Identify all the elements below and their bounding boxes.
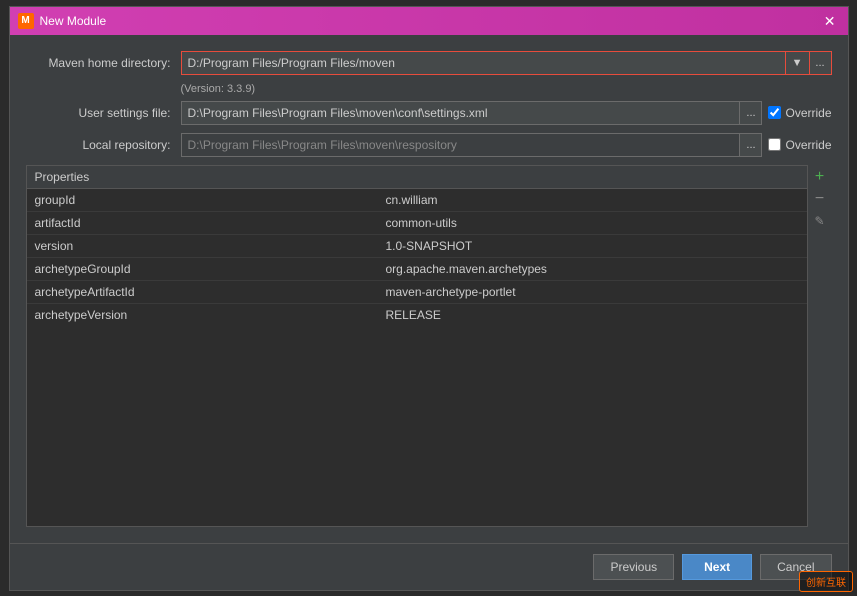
user-settings-ellipsis-button[interactable]: ... <box>740 101 762 125</box>
local-repo-ellipsis-button[interactable]: ... <box>740 133 762 157</box>
previous-button[interactable]: Previous <box>593 554 674 580</box>
prop-value: 1.0-SNAPSHOT <box>378 234 807 257</box>
user-settings-label: User settings file: <box>26 106 181 120</box>
override2-label: Override <box>785 138 831 152</box>
maven-home-row: Maven home directory: ▼ ... <box>26 51 832 75</box>
maven-home-dropdown-button[interactable]: ▼ <box>786 51 810 75</box>
maven-version-text: (Version: 3.3.9) <box>181 83 832 95</box>
prop-key: archetypeVersion <box>27 303 378 326</box>
watermark: 创新互联 <box>799 571 853 592</box>
user-settings-input-group: ... Override <box>181 101 832 125</box>
prop-key: version <box>27 234 378 257</box>
override1-checkbox[interactable] <box>768 106 781 119</box>
prop-value: org.apache.maven.archetypes <box>378 257 807 280</box>
prop-value: maven-archetype-portlet <box>378 280 807 303</box>
properties-table-container: groupId cn.william artifactId common-uti… <box>27 189 807 526</box>
prop-key: artifactId <box>27 211 378 234</box>
maven-home-input[interactable] <box>181 51 786 75</box>
override1-container: Override <box>768 106 831 120</box>
properties-side-buttons: + − ✎ <box>808 165 832 527</box>
dialog-title: New Module <box>40 14 107 28</box>
table-row: archetypeGroupId org.apache.maven.archet… <box>27 257 807 280</box>
close-button[interactable]: ✕ <box>820 14 840 28</box>
prop-value: common-utils <box>378 211 807 234</box>
override2-container: Override <box>768 138 831 152</box>
prop-key: groupId <box>27 189 378 212</box>
prop-key: archetypeArtifactId <box>27 280 378 303</box>
maven-home-label: Maven home directory: <box>26 56 181 70</box>
next-button[interactable]: Next <box>682 554 752 580</box>
table-row: archetypeArtifactId maven-archetype-port… <box>27 280 807 303</box>
local-repo-label: Local repository: <box>26 138 181 152</box>
table-row: archetypeVersion RELEASE <box>27 303 807 326</box>
properties-empty-area <box>27 326 807 526</box>
maven-home-ellipsis-button[interactable]: ... <box>810 51 832 75</box>
properties-section-container: Properties groupId cn.william artifactId… <box>26 165 832 527</box>
table-row: groupId cn.william <box>27 189 807 212</box>
user-settings-row: User settings file: ... Override <box>26 101 832 125</box>
override2-checkbox[interactable] <box>768 138 781 151</box>
title-bar-left: M New Module <box>18 13 107 29</box>
dialog-body: Maven home directory: ▼ ... (Version: 3.… <box>10 35 848 543</box>
app-icon: M <box>18 13 34 29</box>
properties-header: Properties <box>27 166 807 189</box>
new-module-dialog: M New Module ✕ Maven home directory: ▼ .… <box>9 6 849 591</box>
properties-table: groupId cn.william artifactId common-uti… <box>27 189 807 326</box>
prop-value: cn.william <box>378 189 807 212</box>
override1-label: Override <box>785 106 831 120</box>
local-repo-row: Local repository: ... Override <box>26 133 832 157</box>
user-settings-input[interactable] <box>181 101 741 125</box>
local-repo-input-group: ... Override <box>181 133 832 157</box>
maven-home-input-group: ▼ ... <box>181 51 832 75</box>
prop-key: archetypeGroupId <box>27 257 378 280</box>
prop-value: RELEASE <box>378 303 807 326</box>
properties-wrapper: Properties groupId cn.william artifactId… <box>26 165 808 527</box>
dialog-footer: Previous Next Cancel <box>10 543 848 590</box>
title-bar: M New Module ✕ <box>10 7 848 35</box>
add-property-button[interactable]: + <box>810 167 830 187</box>
local-repo-input[interactable] <box>181 133 741 157</box>
edit-property-button[interactable]: ✎ <box>810 211 830 231</box>
table-row: artifactId common-utils <box>27 211 807 234</box>
remove-property-button[interactable]: − <box>810 189 830 209</box>
table-row: version 1.0-SNAPSHOT <box>27 234 807 257</box>
